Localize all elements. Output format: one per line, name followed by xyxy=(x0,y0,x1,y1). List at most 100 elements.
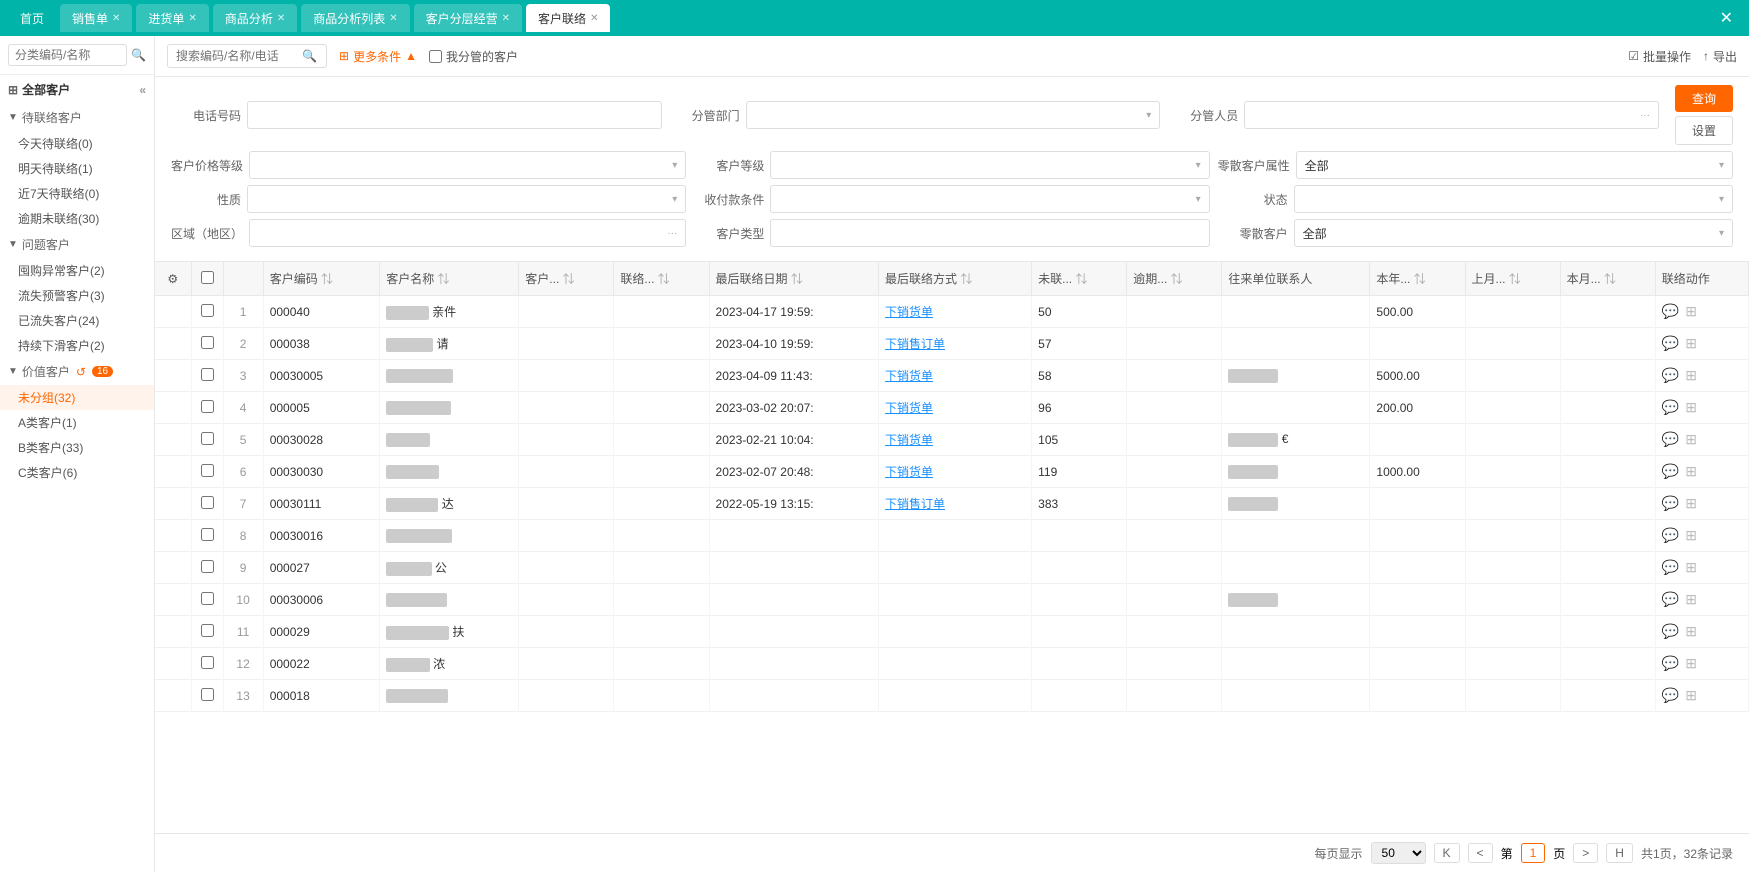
sidebar-item-class-c[interactable]: C类客户(6) xyxy=(0,460,154,485)
grid-action-icon[interactable]: ⊞ xyxy=(1685,623,1697,640)
main-search-icon[interactable]: 🔍 xyxy=(302,49,317,63)
message-icon[interactable]: 💬 xyxy=(1662,399,1679,416)
sidebar-item-class-b[interactable]: B类客户(33) xyxy=(0,435,154,460)
row-last-method[interactable]: 下销售订单 xyxy=(879,328,1032,360)
close-tab-segment[interactable]: ✕ xyxy=(502,13,510,24)
tab-sales-order[interactable]: 销售单 ✕ xyxy=(60,4,132,32)
row-checkbox[interactable] xyxy=(191,488,223,520)
collapse-icon[interactable]: « xyxy=(139,83,146,97)
last-month-col-header[interactable]: 上月... ⇅ xyxy=(1465,262,1560,296)
sidebar-item-declining[interactable]: 持续下滑客户(2) xyxy=(0,333,154,358)
customer-level-input[interactable]: ▾ xyxy=(770,151,1209,179)
row-last-method[interactable]: 下销货单 xyxy=(879,456,1032,488)
page-size-select[interactable]: 50 100 200 xyxy=(1371,842,1426,864)
grid-action-icon[interactable]: ⊞ xyxy=(1685,399,1697,416)
row-last-method[interactable]: 下销货单 xyxy=(879,392,1032,424)
name-col-header[interactable]: 客户名称 ⇅ xyxy=(380,262,519,296)
grid-action-icon[interactable]: ⊞ xyxy=(1685,335,1697,352)
message-icon[interactable]: 💬 xyxy=(1662,367,1679,384)
message-icon[interactable]: 💬 xyxy=(1662,431,1679,448)
customer-type-input[interactable] xyxy=(770,219,1209,247)
sidebar-search-icon[interactable]: 🔍 xyxy=(131,48,146,62)
payment-input[interactable]: ▾ xyxy=(770,185,1209,213)
no-contact-col-header[interactable]: 未联... ⇅ xyxy=(1032,262,1127,296)
nature-input[interactable]: ▾ xyxy=(247,185,686,213)
retail-attr-input[interactable]: 全部▾ xyxy=(1296,151,1733,179)
batch-ops-btn[interactable]: ☑ 批量操作 xyxy=(1628,48,1691,65)
all-customers-header[interactable]: ⊞ 全部客户 « xyxy=(0,75,154,104)
home-tab[interactable]: 首页 xyxy=(8,4,56,32)
this-month-col-header[interactable]: 本月... ⇅ xyxy=(1560,262,1655,296)
last-date-col-header[interactable]: 最后联络日期 ⇅ xyxy=(709,262,878,296)
grid-action-icon[interactable]: ⊞ xyxy=(1685,367,1697,384)
sidebar-search-input[interactable] xyxy=(8,44,127,66)
overdue-col-header[interactable]: 逾期... ⇅ xyxy=(1127,262,1222,296)
row-last-method[interactable]: 下销货单 xyxy=(879,360,1032,392)
last-method-col-header[interactable]: 最后联络方式 ⇅ xyxy=(879,262,1032,296)
main-search-input[interactable] xyxy=(176,49,296,63)
retail-customer-input[interactable]: 全部▾ xyxy=(1294,219,1733,247)
query-button[interactable]: 查询 xyxy=(1675,85,1733,112)
reset-button[interactable]: 设置 xyxy=(1675,116,1733,145)
sidebar-item-7days[interactable]: 近7天待联络(0) xyxy=(0,181,154,206)
row-checkbox[interactable] xyxy=(191,520,223,552)
tab-purchase[interactable]: 进货单 ✕ xyxy=(136,4,208,32)
sidebar-item-hoarding[interactable]: 囤购异常客户(2) xyxy=(0,258,154,283)
row-checkbox[interactable] xyxy=(191,424,223,456)
grid-action-icon[interactable]: ⊞ xyxy=(1685,655,1697,672)
close-tab-contact[interactable]: ✕ xyxy=(590,13,598,24)
row-checkbox[interactable] xyxy=(191,648,223,680)
first-page-btn[interactable]: K xyxy=(1434,843,1460,863)
more-conditions-btn[interactable]: ⊞ 更多条件 ▲ xyxy=(339,48,417,65)
tab-product-analysis[interactable]: 商品分析 ✕ xyxy=(213,4,297,32)
settings-col-header[interactable]: ⚙ xyxy=(155,262,191,296)
row-checkbox[interactable] xyxy=(191,584,223,616)
next-page-btn[interactable]: > xyxy=(1573,843,1598,863)
message-icon[interactable]: 💬 xyxy=(1662,655,1679,672)
message-icon[interactable]: 💬 xyxy=(1662,495,1679,512)
export-btn[interactable]: ↑ 导出 xyxy=(1703,48,1737,65)
message-icon[interactable]: 💬 xyxy=(1662,591,1679,608)
row-last-method[interactable]: 下销货单 xyxy=(879,424,1032,456)
grid-action-icon[interactable]: ⊞ xyxy=(1685,431,1697,448)
sidebar-item-churned[interactable]: 已流失客户(24) xyxy=(0,308,154,333)
prev-page-btn[interactable]: < xyxy=(1468,843,1493,863)
my-customers-checkbox[interactable] xyxy=(429,50,442,63)
sidebar-item-today[interactable]: 今天待联络(0) xyxy=(0,131,154,156)
message-icon[interactable]: 💬 xyxy=(1662,463,1679,480)
this-year-col-header[interactable]: 本年... ⇅ xyxy=(1370,262,1465,296)
grid-action-icon[interactable]: ⊞ xyxy=(1685,527,1697,544)
message-icon[interactable]: 💬 xyxy=(1662,303,1679,320)
last-page-btn[interactable]: H xyxy=(1606,843,1633,863)
close-tab-sales[interactable]: ✕ xyxy=(112,13,120,24)
sidebar-item-churn-warning[interactable]: 流失预警客户(3) xyxy=(0,283,154,308)
close-tab-purchase[interactable]: ✕ xyxy=(188,13,196,24)
group-problem-customers[interactable]: ▼ 问题客户 xyxy=(0,231,154,258)
row-checkbox[interactable] xyxy=(191,392,223,424)
message-icon[interactable]: 💬 xyxy=(1662,527,1679,544)
my-customers-filter[interactable]: 我分管的客户 xyxy=(429,48,518,65)
message-icon[interactable]: 💬 xyxy=(1662,687,1679,704)
grid-action-icon[interactable]: ⊞ xyxy=(1685,303,1697,320)
grid-action-icon[interactable]: ⊞ xyxy=(1685,463,1697,480)
region-input[interactable]: ··· xyxy=(249,219,686,247)
message-icon[interactable]: 💬 xyxy=(1662,623,1679,640)
row-last-method[interactable]: 下销货单 xyxy=(879,296,1032,328)
value-refresh-icon[interactable]: ↺ xyxy=(76,365,86,379)
row-checkbox[interactable] xyxy=(191,328,223,360)
grid-action-icon[interactable]: ⊞ xyxy=(1685,495,1697,512)
code-col-header[interactable]: 客户编码 ⇅ xyxy=(263,262,379,296)
checkbox-col-header[interactable] xyxy=(191,262,223,296)
row-last-method[interactable]: 下销售订单 xyxy=(879,488,1032,520)
tab-product-analysis-list[interactable]: 商品分析列表 ✕ xyxy=(301,4,409,32)
message-icon[interactable]: 💬 xyxy=(1662,335,1679,352)
message-icon[interactable]: 💬 xyxy=(1662,559,1679,576)
sidebar-item-class-a[interactable]: A类客户(1) xyxy=(0,410,154,435)
close-all-tabs[interactable]: ✕ xyxy=(1712,8,1741,28)
grid-action-icon[interactable]: ⊞ xyxy=(1685,559,1697,576)
close-tab-product-analysis[interactable]: ✕ xyxy=(277,13,285,24)
group-pending-contact[interactable]: ▼ 待联络客户 xyxy=(0,104,154,131)
grid-action-icon[interactable]: ⊞ xyxy=(1685,591,1697,608)
row-checkbox[interactable] xyxy=(191,296,223,328)
row-checkbox[interactable] xyxy=(191,616,223,648)
